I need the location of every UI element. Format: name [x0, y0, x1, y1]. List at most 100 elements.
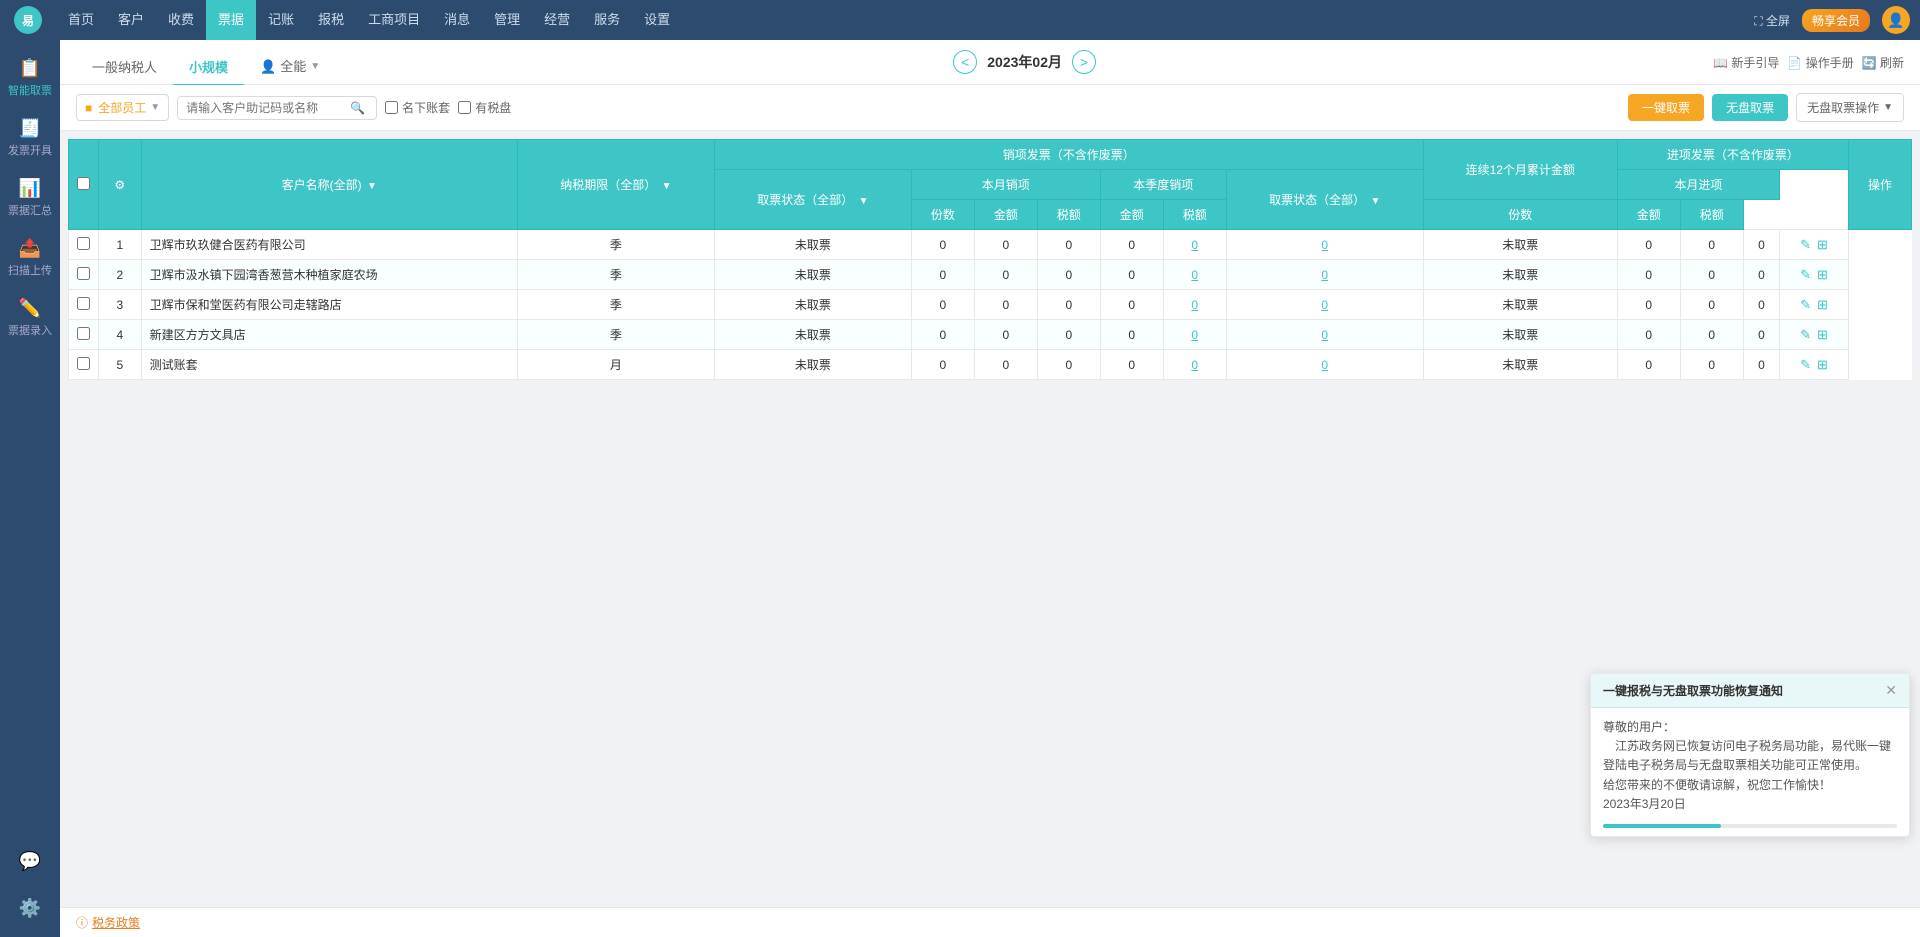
- row-no: 1: [99, 230, 142, 260]
- employee-select[interactable]: ■ 全部员工 ▼: [76, 94, 169, 121]
- sidebar-item-message[interactable]: 💬: [3, 843, 57, 880]
- row-pm-count: 0: [1617, 350, 1680, 380]
- 12month-link[interactable]: 0: [1321, 358, 1328, 372]
- sidebar-item-settings[interactable]: ⚙️: [3, 890, 57, 927]
- row-checkbox[interactable]: [77, 267, 90, 280]
- one-key-ticket-btn[interactable]: 一键取票: [1628, 94, 1704, 121]
- view-icon[interactable]: ⊞: [1817, 297, 1828, 313]
- sales-status-filter-icon[interactable]: ▼: [859, 196, 869, 207]
- tax-policy-link[interactable]: 税务政策: [92, 914, 140, 931]
- row-sm-tax: 0: [1037, 320, 1100, 350]
- view-icon[interactable]: ⊞: [1817, 357, 1828, 373]
- no-disk-ticket-btn[interactable]: 无盘取票: [1712, 94, 1788, 121]
- sq-tax-link[interactable]: 0: [1191, 238, 1198, 252]
- view-icon[interactable]: ⊞: [1817, 237, 1828, 253]
- sidebar-item-invoice-entry[interactable]: ✏️ 票据录入: [3, 290, 57, 346]
- row-sq-amount: 0: [1100, 230, 1163, 260]
- row-sq-amount: 0: [1100, 350, 1163, 380]
- row-actions: ✎ ⊞: [1780, 290, 1849, 320]
- 12month-link[interactable]: 0: [1321, 238, 1328, 252]
- sidebar-item-invoice-summary[interactable]: 📊 票据汇总: [3, 170, 57, 226]
- tab-all-dropdown-icon[interactable]: ▼: [310, 49, 320, 85]
- 12month-link[interactable]: 0: [1321, 328, 1328, 342]
- smart-ticket-icon: 📋: [19, 58, 41, 79]
- tab-all[interactable]: 👤 全能 ▼: [244, 50, 336, 86]
- checkbox-my-accounts[interactable]: 名下账套: [385, 99, 450, 116]
- th-quarter-sales: 本季度销项: [1100, 170, 1226, 200]
- row-pm-tax: 0: [1743, 290, 1779, 320]
- nav-invoice[interactable]: 票据: [206, 0, 256, 40]
- table-settings-icon[interactable]: ⚙: [114, 178, 125, 192]
- sq-tax-link[interactable]: 0: [1191, 358, 1198, 372]
- th-customer: 客户名称(全部) ▼: [141, 140, 517, 230]
- customer-filter-icon[interactable]: ▼: [367, 181, 377, 192]
- nav-tax[interactable]: 报税: [306, 0, 356, 40]
- top-nav: 易 首页 客户 收费 票据 记账 报税 工商项目 消息 管理 经营 服务 设置 …: [0, 0, 1920, 40]
- toolbar-left: ■ 全部员工 ▼ 🔍 名下账套 有税盘: [76, 94, 1620, 121]
- refresh-btn[interactable]: 🔄 刷新: [1862, 54, 1904, 71]
- row-sm-tax: 0: [1037, 260, 1100, 290]
- nav-accounting[interactable]: 记账: [256, 0, 306, 40]
- tax-period-filter-icon[interactable]: ▼: [662, 181, 672, 192]
- sidebar-item-invoice-issue[interactable]: 🧾 发票开具: [3, 110, 57, 166]
- no-disk-ops-arrow: ▼: [1883, 102, 1893, 113]
- nav-service[interactable]: 服务: [582, 0, 632, 40]
- period-prev-btn[interactable]: <: [953, 50, 977, 74]
- row-purchase-status: 未取票: [1423, 230, 1617, 260]
- sidebar-item-scan-upload[interactable]: 📤 扫描上传: [3, 230, 57, 286]
- purchase-status-filter-icon[interactable]: ▼: [1370, 196, 1380, 207]
- select-all-checkbox[interactable]: [77, 177, 90, 190]
- period-next-btn[interactable]: >: [1072, 50, 1096, 74]
- sidebar-bottom: 💬 ⚙️: [3, 843, 57, 927]
- manual-btn[interactable]: 📄 操作手册: [1787, 54, 1853, 71]
- nav-settings[interactable]: 设置: [632, 0, 682, 40]
- user-avatar[interactable]: 👤: [1882, 6, 1910, 34]
- row-sm-amount: 0: [974, 320, 1037, 350]
- 12month-link[interactable]: 0: [1321, 298, 1328, 312]
- 12month-link[interactable]: 0: [1321, 268, 1328, 282]
- nav-customer[interactable]: 客户: [106, 0, 156, 40]
- edit-icon[interactable]: ✎: [1800, 267, 1811, 283]
- th-checkbox: [69, 140, 99, 230]
- search-input[interactable]: [186, 101, 346, 115]
- notification-close-btn[interactable]: ✕: [1885, 682, 1897, 699]
- view-icon[interactable]: ⊞: [1817, 267, 1828, 283]
- th-pm-count: 份数: [1423, 200, 1617, 230]
- nav-manage[interactable]: 管理: [482, 0, 532, 40]
- view-icon[interactable]: ⊞: [1817, 327, 1828, 343]
- row-checkbox[interactable]: [77, 357, 90, 370]
- vip-button[interactable]: 畅享会员: [1802, 9, 1870, 32]
- row-checkbox[interactable]: [77, 237, 90, 250]
- edit-icon[interactable]: ✎: [1800, 357, 1811, 373]
- row-customer: 卫辉市汲水镇下园湾香葱营木种植家庭农场: [141, 260, 517, 290]
- nav-message[interactable]: 消息: [432, 0, 482, 40]
- th-purchase-status: 取票状态（全部） ▼: [1226, 170, 1423, 230]
- tab-small-scale[interactable]: 小规模: [173, 50, 244, 86]
- row-checkbox-cell: [69, 260, 99, 290]
- row-checkbox[interactable]: [77, 297, 90, 310]
- checkbox-has-tax-disk[interactable]: 有税盘: [458, 99, 511, 116]
- row-purchase-status: 未取票: [1423, 320, 1617, 350]
- no-disk-ops-btn[interactable]: 无盘取票操作 ▼: [1796, 93, 1904, 122]
- sq-tax-link[interactable]: 0: [1191, 298, 1198, 312]
- edit-icon[interactable]: ✎: [1800, 327, 1811, 343]
- notification-header: 一键报税与无盘取票功能恢复通知 ✕: [1591, 674, 1909, 708]
- has-tax-disk-checkbox[interactable]: [458, 101, 471, 114]
- nav-home[interactable]: 首页: [56, 0, 106, 40]
- edit-icon[interactable]: ✎: [1800, 297, 1811, 313]
- sq-tax-link[interactable]: 0: [1191, 328, 1198, 342]
- sidebar-item-smart-ticket[interactable]: 📋 智能取票: [3, 50, 57, 106]
- nav-fee[interactable]: 收费: [156, 0, 206, 40]
- my-accounts-checkbox[interactable]: [385, 101, 398, 114]
- sq-tax-link[interactable]: 0: [1191, 268, 1198, 282]
- message-icon: 💬: [19, 851, 41, 872]
- edit-icon[interactable]: ✎: [1800, 237, 1811, 253]
- new-guide-btn[interactable]: 📖 新手引导: [1713, 54, 1779, 71]
- fullscreen-btn[interactable]: ⛶ 全屏: [1754, 12, 1790, 29]
- tab-general-taxpayer[interactable]: 一般纳税人: [76, 50, 173, 86]
- nav-business[interactable]: 工商项目: [356, 0, 432, 40]
- nav-operation[interactable]: 经营: [532, 0, 582, 40]
- search-icon[interactable]: 🔍: [350, 101, 365, 115]
- th-sales-status: 取票状态（全部） ▼: [714, 170, 911, 230]
- row-checkbox[interactable]: [77, 327, 90, 340]
